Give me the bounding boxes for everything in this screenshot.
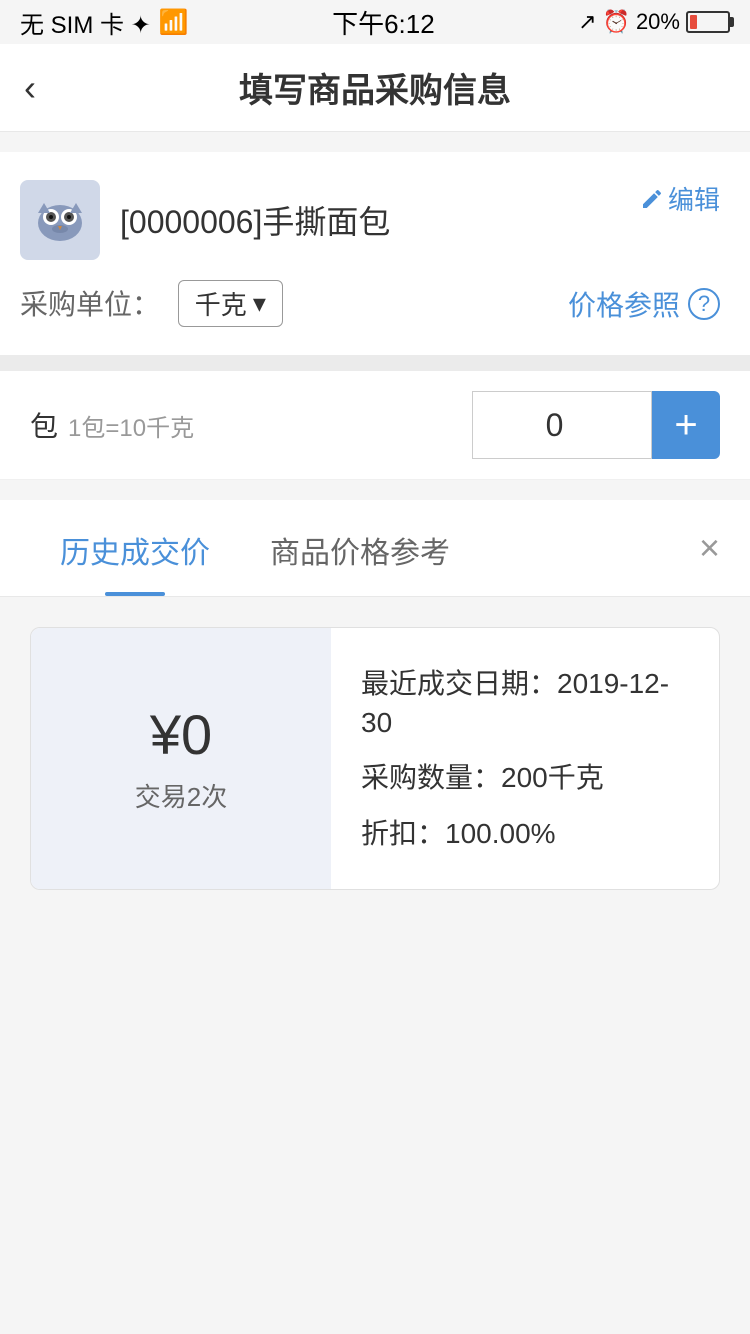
battery-percent: 20% <box>636 9 680 35</box>
discount: 折扣：100.00% <box>361 814 689 853</box>
location-icon: ↗ <box>578 9 596 35</box>
price-ref-label: 价格参照 <box>568 284 680 324</box>
tabs-bar: 历史成交价 商品价格参考 × <box>0 500 750 597</box>
product-name: [0000006]手撕面包 <box>120 197 390 243</box>
price-ref-help-icon: ? <box>688 288 720 320</box>
nav-bar: ‹ 填写商品采购信息 <box>0 44 750 132</box>
edit-icon <box>640 187 664 211</box>
tab-history-label: 历史成交价 <box>60 537 210 570</box>
status-time: 下午6:12 <box>332 4 435 41</box>
tab-product-reference[interactable]: 商品价格参考 <box>240 500 480 596</box>
back-button[interactable]: ‹ <box>24 67 36 109</box>
quantity-label: 包 1包=10千克 <box>30 405 194 445</box>
edit-label: 编辑 <box>668 180 720 217</box>
product-card: [0000006]手撕面包 编辑 采购单位： 千克 ▾ 价格参照 ? <box>0 152 750 355</box>
unit-dropdown-arrow: ▾ <box>253 288 266 319</box>
price-value: 0 <box>181 703 212 766</box>
edit-button[interactable]: 编辑 <box>640 180 720 217</box>
sim-label: 无 SIM 卡 ✦ <box>20 5 151 40</box>
product-logo-svg <box>30 195 90 245</box>
unit-value: 千克 <box>195 285 247 322</box>
quantity-plus-button[interactable]: + <box>652 391 720 459</box>
tab-reference-label: 商品价格参考 <box>270 537 450 570</box>
quantity-controls: + <box>472 391 720 459</box>
currency-symbol: ¥ <box>150 703 181 766</box>
history-content: ¥0 交易2次 最近成交日期：2019-12-30 采购数量：200千克 折扣：… <box>0 597 750 997</box>
unit-badge[interactable]: 千克 ▾ <box>178 280 283 327</box>
tab-history-price[interactable]: 历史成交价 <box>30 500 240 596</box>
product-logo <box>20 180 100 260</box>
quantity-row: 包 1包=10千克 + <box>0 371 750 480</box>
product-unit-row: 采购单位： 千克 ▾ 价格参照 ? <box>20 280 720 327</box>
wifi-icon: 📶 <box>159 8 189 37</box>
unit-label: 采购单位： <box>20 289 160 320</box>
price-reference-button[interactable]: 价格参照 ? <box>568 284 720 324</box>
quantity-input[interactable] <box>472 391 652 459</box>
price-card-right: 最近成交日期：2019-12-30 采购数量：200千克 折扣：100.00% <box>331 628 719 889</box>
status-bar: 无 SIM 卡 ✦ 📶 下午6:12 ↗ ⏰ 20% <box>0 0 750 44</box>
price-amount: ¥0 <box>150 702 212 767</box>
product-top: [0000006]手撕面包 编辑 <box>20 180 720 260</box>
recent-date: 最近成交日期：2019-12-30 <box>361 664 689 742</box>
purchase-qty: 采购数量：200千克 <box>361 758 689 797</box>
product-left: [0000006]手撕面包 <box>20 180 390 260</box>
alarm-icon: ⏰ <box>603 9 630 35</box>
quantity-subtext: 1包=10千克 <box>68 408 194 443</box>
tab-close-button[interactable]: × <box>699 527 720 569</box>
status-right: ↗ ⏰ 20% <box>578 9 730 35</box>
status-left: 无 SIM 卡 ✦ 📶 <box>20 5 189 40</box>
page-title: 填写商品采购信息 <box>239 63 511 112</box>
battery-icon <box>686 11 730 33</box>
price-card: ¥0 交易2次 最近成交日期：2019-12-30 采购数量：200千克 折扣：… <box>30 627 720 890</box>
price-card-left: ¥0 交易2次 <box>31 628 331 889</box>
unit-section: 采购单位： 千克 ▾ <box>20 280 283 327</box>
section-divider <box>0 355 750 371</box>
quantity-unit: 包 <box>30 405 58 445</box>
trade-count: 交易2次 <box>135 777 227 814</box>
